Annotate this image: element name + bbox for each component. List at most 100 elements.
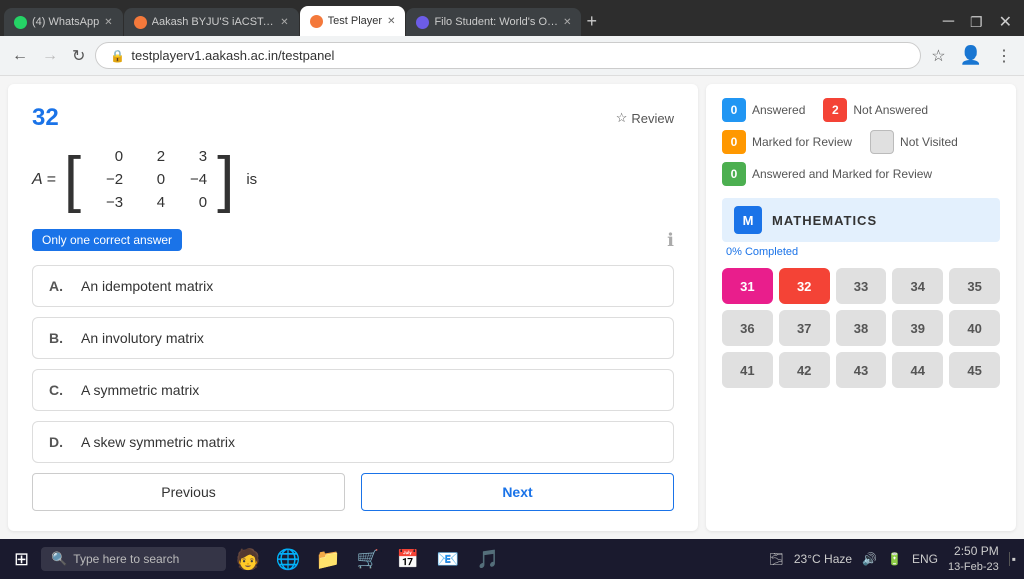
q-btn-35[interactable]: 35	[949, 268, 1000, 304]
date-display: 13-Feb-23	[948, 560, 999, 574]
subject-header: M MATHEMATICS	[722, 198, 1000, 242]
q-btn-38[interactable]: 38	[836, 310, 887, 346]
forward-button[interactable]: →	[38, 43, 62, 69]
subject-name: MATHEMATICS	[772, 213, 877, 228]
option-text-a: An idempotent matrix	[81, 278, 213, 294]
matrix-left-bracket: [	[64, 149, 81, 211]
language-indicator: ENG	[912, 552, 938, 566]
tab-label: (4) WhatsApp	[32, 16, 99, 28]
close-icon[interactable]: ✕	[104, 17, 112, 28]
option-label-c: C.	[49, 382, 71, 398]
window-close[interactable]: ✕	[991, 12, 1020, 32]
right-panel: 0 Answered 2 Not Answered 0 Marked for R…	[706, 84, 1016, 531]
option-d[interactable]: D. A skew symmetric matrix	[32, 421, 674, 463]
taskbar-icon-app3[interactable]: 🎵	[470, 541, 506, 577]
taskbar-icon-app2[interactable]: 📧	[430, 541, 466, 577]
close-icon[interactable]: ✕	[563, 17, 571, 28]
taskbar-icon-store[interactable]: 🛒	[350, 541, 386, 577]
q-btn-34[interactable]: 34	[892, 268, 943, 304]
review-button[interactable]: ☆ Review	[616, 110, 674, 126]
taskbar-icon-app1[interactable]: 📅	[390, 541, 426, 577]
q-btn-42[interactable]: 42	[779, 352, 830, 388]
q-btn-45[interactable]: 45	[949, 352, 1000, 388]
option-b[interactable]: B. An involutory matrix	[32, 317, 674, 359]
question-grid: 31 32 33 34 35 36 37 38 39 40 41 42 43 4…	[722, 268, 1000, 388]
close-icon[interactable]: ✕	[387, 16, 395, 27]
clock: 2:50 PM 13-Feb-23	[948, 544, 999, 574]
taskbar-icon-folder[interactable]: 📁	[310, 541, 346, 577]
q-btn-36[interactable]: 36	[722, 310, 773, 346]
legend-not-answered: 2 Not Answered	[823, 98, 928, 122]
tab-whatsapp[interactable]: (4) WhatsApp ✕	[4, 8, 123, 36]
bookmark-button[interactable]: ☆	[927, 42, 949, 70]
profile-button[interactable]: 👤	[956, 41, 986, 70]
taskbar-icon-edge[interactable]: 🌐	[270, 541, 306, 577]
tab-testplayer[interactable]: Test Player ✕	[300, 6, 406, 36]
marked-label: Marked for Review	[752, 135, 852, 149]
q-btn-44[interactable]: 44	[892, 352, 943, 388]
legend-answered-marked: 0 Answered and Marked for Review	[722, 162, 932, 186]
not-visited-label: Not Visited	[900, 135, 958, 149]
q-btn-37[interactable]: 37	[779, 310, 830, 346]
battery-icon: 🔋	[887, 552, 902, 566]
volume-icon[interactable]: 🔊	[862, 552, 877, 566]
option-c[interactable]: C. A symmetric matrix	[32, 369, 674, 411]
progress-text: 0% Completed	[722, 246, 1000, 258]
matrix-label: A =	[32, 171, 56, 189]
matrix-right-bracket: ]	[217, 149, 234, 211]
star-icon: ☆	[616, 110, 628, 126]
q-btn-32[interactable]: 32	[779, 268, 830, 304]
legend-marked: 0 Marked for Review	[722, 130, 852, 154]
search-placeholder: Type here to search	[73, 552, 179, 566]
back-button[interactable]: ←	[8, 43, 32, 69]
taskbar-icon-person[interactable]: 🧑	[230, 541, 266, 577]
legend-not-visited: Not Visited	[870, 130, 958, 154]
legend-answered: 0 Answered	[722, 98, 805, 122]
q-btn-40[interactable]: 40	[949, 310, 1000, 346]
option-label-d: D.	[49, 434, 71, 450]
matrix-suffix: is	[246, 171, 257, 188]
option-text-b: An involutory matrix	[81, 330, 204, 346]
window-minimize[interactable]: ─	[935, 12, 962, 32]
q-btn-43[interactable]: 43	[836, 352, 887, 388]
start-button[interactable]: ⊞	[6, 545, 37, 574]
search-icon: 🔍	[51, 551, 67, 567]
tab-filo[interactable]: Filo Student: World's Only Live In… ✕	[406, 8, 581, 36]
search-bar[interactable]: 🔍 Type here to search	[41, 547, 226, 571]
answered-marked-label: Answered and Marked for Review	[752, 167, 932, 181]
not-answered-label: Not Answered	[853, 103, 928, 117]
option-label-b: B.	[49, 330, 71, 346]
new-tab-button[interactable]: +	[586, 11, 597, 36]
answer-type-badge: Only one correct answer	[32, 229, 182, 251]
url-text: testplayerv1.aakash.ac.in/testpanel	[131, 48, 334, 63]
option-a[interactable]: A. An idempotent matrix	[32, 265, 674, 307]
info-icon[interactable]: ℹ	[667, 230, 674, 251]
matrix-grid: 0 2 3 −2 0 −4 −3 4 0	[89, 146, 209, 213]
tab-aakash[interactable]: Aakash BYJU'S iACST: Online Inst… ✕	[124, 8, 299, 36]
option-text-d: A skew symmetric matrix	[81, 434, 235, 450]
weather-icon: 🌫	[769, 552, 784, 566]
time-display: 2:50 PM	[948, 544, 999, 560]
tab-label: Aakash BYJU'S iACST: Online Inst…	[152, 16, 276, 28]
next-button[interactable]: Next	[361, 473, 674, 511]
taskbar: ⊞ 🔍 Type here to search 🧑 🌐 📁 🛒 📅 📧 🎵 🌫 …	[0, 539, 1024, 579]
subject-icon: M	[734, 206, 762, 234]
answered-label: Answered	[752, 103, 805, 117]
q-btn-41[interactable]: 41	[722, 352, 773, 388]
refresh-button[interactable]: ↻	[68, 42, 89, 70]
show-desktop-button[interactable]: ▪	[1009, 552, 1018, 566]
question-number: 32	[32, 104, 59, 132]
q-btn-31[interactable]: 31	[722, 268, 773, 304]
q-btn-33[interactable]: 33	[836, 268, 887, 304]
q-btn-39[interactable]: 39	[892, 310, 943, 346]
option-text-c: A symmetric matrix	[81, 382, 199, 398]
close-icon[interactable]: ✕	[280, 17, 288, 28]
address-bar[interactable]: 🔒 testplayerv1.aakash.ac.in/testpanel	[95, 42, 921, 69]
menu-button[interactable]: ⋮	[992, 42, 1016, 70]
question-panel: 32 ☆ Review A = [ 0 2 3 −2 0 −4 −3 4	[8, 84, 698, 531]
window-restore[interactable]: ❐	[962, 12, 991, 32]
tab-label: Filo Student: World's Only Live In…	[434, 16, 558, 28]
question-body: A = [ 0 2 3 −2 0 −4 −3 4 0 ] is	[32, 146, 674, 213]
previous-button[interactable]: Previous	[32, 473, 345, 511]
option-label-a: A.	[49, 278, 71, 294]
